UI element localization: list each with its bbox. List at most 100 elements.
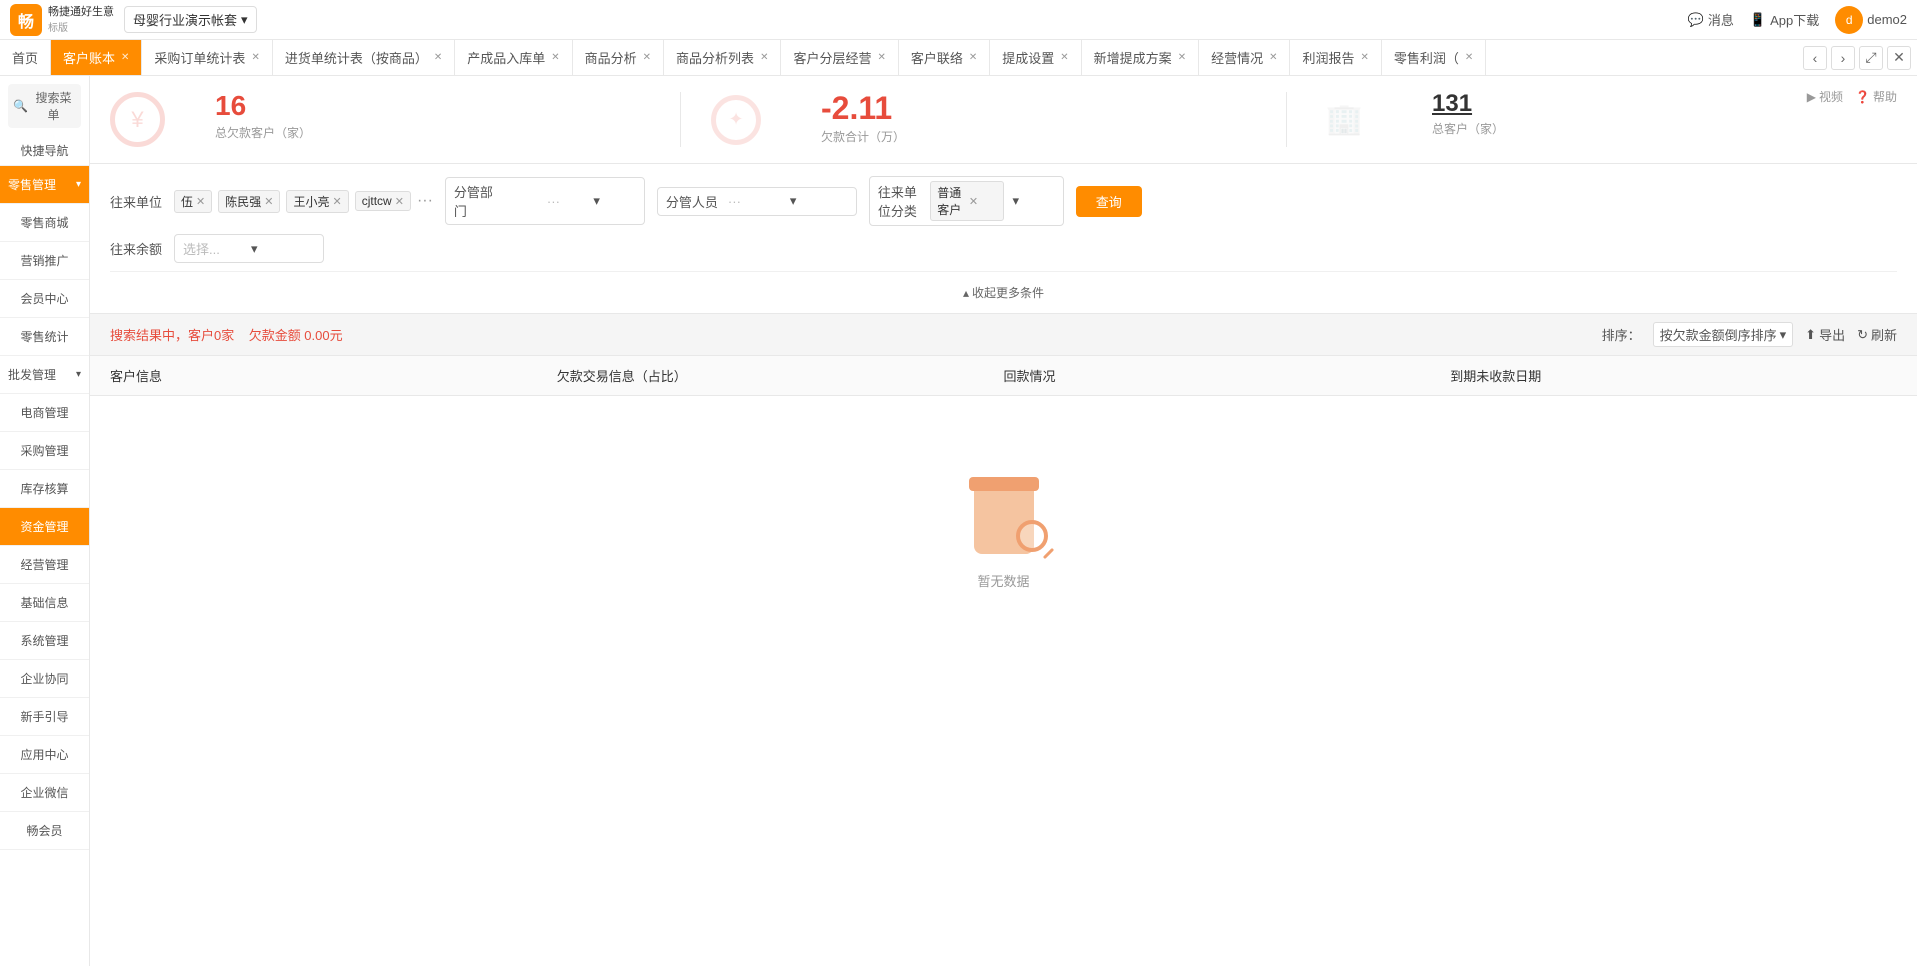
category-tag-close[interactable]: ✕ [969,195,998,208]
sidebar-item-ops-mgmt[interactable]: 经营管理 [0,546,89,584]
sort-selector[interactable]: 按欠款金额倒序排序 [1653,322,1794,347]
table-empty-state: 暂无数据 [90,396,1917,670]
tab-profit-report[interactable]: 利润报告 ✕ [1290,40,1381,76]
tab-goods-analysis-list-close[interactable]: ✕ [760,52,768,63]
sidebar-item-marketing[interactable]: 营销推广 [0,242,89,280]
sidebar-item-wholesale-mgmt[interactable]: 批发管理 ▾ [0,356,89,394]
help-btn[interactable]: ❓ 帮助 [1855,88,1897,105]
tag-chen-close[interactable]: ✕ [264,195,273,208]
tab-purchase-stats[interactable]: 进货单统计表（按商品） ✕ [273,40,455,76]
col-debt-info: 欠款交易信息（占比） [557,366,1004,385]
sidebar-item-finance-mgmt[interactable]: 资金管理 [0,508,89,546]
content-area: ¥ 16 总欠款客户（家） ✦ -2.11 欠款合计（万） 🏢 131 总客户（… [90,76,1917,966]
message-btn[interactable]: 💬 消息 [1688,10,1734,29]
tab-raise-settings-label: 提成设置 [1002,48,1054,67]
tab-goods-analysis-close[interactable]: ✕ [643,52,651,63]
tab-new-raise-plan-label: 新增提成方案 [1094,48,1172,67]
tab-home[interactable]: 首页 [0,40,51,76]
sidebar-item-vip-member[interactable]: 畅会员 [0,812,89,850]
tag-wu: 伍 ✕ [174,190,212,213]
more-tags-btn[interactable]: ··· [417,192,433,210]
balance-selector[interactable]: 选择... [174,234,324,263]
sidebar-app-center-label: 应用中心 [20,748,68,762]
sidebar-enterprise-collab-label: 企业协同 [20,672,68,686]
refresh-btn[interactable]: ↻ 刷新 [1857,325,1897,344]
stat-card-customers: 16 总欠款客户（家） [185,92,681,147]
tab-accounts[interactable]: 客户账本 ✕ [51,40,142,76]
result-actions: 排序： 按欠款金额倒序排序 ⬆ 导出 ↻ 刷新 [1602,322,1897,347]
tab-retail-profit[interactable]: 零售利润（ ✕ [1382,40,1486,76]
refresh-label: 刷新 [1871,325,1897,344]
sidebar-ops-mgmt-label: 经营管理 [20,558,68,572]
sidebar-item-enterprise-collab[interactable]: 企业协同 [0,660,89,698]
tab-purchase-stats-close[interactable]: ✕ [434,52,442,63]
tab-customer-tier[interactable]: 客户分层经营 ✕ [781,40,898,76]
app-download-btn[interactable]: 📱 App下载 [1750,10,1819,29]
company-name: 母婴行业演示帐套 [133,10,237,29]
tab-goods-analysis-list[interactable]: 商品分析列表 ✕ [664,40,781,76]
logo-icon: 畅 [10,4,42,36]
tab-operation-status[interactable]: 经营情况 ✕ [1199,40,1290,76]
tag-wang-close[interactable]: ✕ [333,195,342,208]
tab-retail-profit-label: 零售利润（ [1394,48,1459,67]
tab-accounts-close[interactable]: ✕ [121,52,129,63]
tag-cjttcw-close[interactable]: ✕ [395,195,404,208]
category-chevron-icon [1012,193,1054,209]
query-button[interactable]: 查询 [1076,186,1142,217]
sidebar-item-app-center[interactable]: 应用中心 [0,736,89,774]
sidebar-quick-nav[interactable]: 快捷导航 [0,136,89,166]
person-selector[interactable]: 分管人员 ··· [657,187,857,216]
sidebar-item-ecommerce[interactable]: 电商管理 [0,394,89,432]
tab-purchase-orders-close[interactable]: ✕ [251,52,259,63]
sidebar-item-retail-mall[interactable]: 零售商城 [0,204,89,242]
tab-new-raise-plan-close[interactable]: ✕ [1178,52,1186,63]
tab-maximize[interactable]: ⤢ [1859,46,1883,70]
tab-purchase-orders[interactable]: 采购订单统计表 ✕ [142,40,272,76]
sidebar-item-new-guide[interactable]: 新手引导 [0,698,89,736]
tab-goods-analysis[interactable]: 商品分析 ✕ [573,40,664,76]
tab-production-entry-close[interactable]: ✕ [551,52,559,63]
sidebar-item-purchase-mgmt[interactable]: 采购管理 [0,432,89,470]
tab-customer-contact-close[interactable]: ✕ [969,52,977,63]
logo-subtext: 标版 [48,19,114,34]
tab-close-all[interactable]: ✕ [1887,46,1911,70]
tab-operation-status-close[interactable]: ✕ [1269,52,1277,63]
tab-scroll-left[interactable]: ‹ [1803,46,1827,70]
message-label: 消息 [1708,10,1734,29]
quick-nav-label: 快捷导航 [20,144,68,158]
category-selector[interactable]: 往来单位分类 普通客户 ✕ [869,176,1064,226]
user-label: demo2 [1867,12,1907,27]
tag-wu-close[interactable]: ✕ [196,195,205,208]
tab-raise-settings[interactable]: 提成设置 ✕ [990,40,1081,76]
tab-profit-report-close[interactable]: ✕ [1361,52,1369,63]
sidebar: 🔍 搜索菜单 快捷导航 零售管理 ▾ 零售商城 营销推广 会员中心 零售统计 批… [0,76,90,966]
export-btn[interactable]: ⬆ 导出 [1805,325,1845,344]
collapse-label: 收起更多条件 [972,284,1044,301]
sidebar-item-basic-info[interactable]: 基础信息 [0,584,89,622]
company-chevron-icon: ▾ [241,12,248,28]
user-profile[interactable]: d demo2 [1835,6,1907,34]
tab-retail-profit-close[interactable]: ✕ [1465,52,1473,63]
sort-label-prefix: 排序： [1602,325,1641,344]
filter-area: 往来单位 伍 ✕ 陈民强 ✕ 王小亮 ✕ cjttcw [90,164,1917,314]
tab-customer-tier-close[interactable]: ✕ [877,52,885,63]
sidebar-item-member-center[interactable]: 会员中心 [0,280,89,318]
tab-production-entry[interactable]: 产成品入库单 ✕ [455,40,572,76]
tab-customer-contact[interactable]: 客户联络 ✕ [899,40,990,76]
company-selector[interactable]: 母婴行业演示帐套 ▾ [124,6,257,33]
video-btn[interactable]: ▶ 视频 [1807,88,1843,105]
tab-scroll-right[interactable]: › [1831,46,1855,70]
sidebar-item-enterprise-wechat[interactable]: 企业微信 [0,774,89,812]
sidebar-item-sys-mgmt[interactable]: 系统管理 [0,622,89,660]
collapse-btn[interactable]: 收起更多条件 [110,284,1897,301]
dept-selector[interactable]: 分管部门 ··· [445,177,645,225]
filter-row-2: 往来余额 选择... [110,234,1897,263]
sidebar-item-inventory[interactable]: 库存核算 [0,470,89,508]
sidebar-item-retail-mgmt[interactable]: 零售管理 ▾ [0,166,89,204]
sidebar-item-retail-stats[interactable]: 零售统计 [0,318,89,356]
search-menu-btn[interactable]: 🔍 搜索菜单 [8,84,81,128]
tab-new-raise-plan[interactable]: 新增提成方案 ✕ [1082,40,1199,76]
magnifier-handle [1042,548,1053,559]
tab-raise-settings-close[interactable]: ✕ [1060,52,1068,63]
stat-customers-label: 总欠款客户（家） [215,124,311,141]
